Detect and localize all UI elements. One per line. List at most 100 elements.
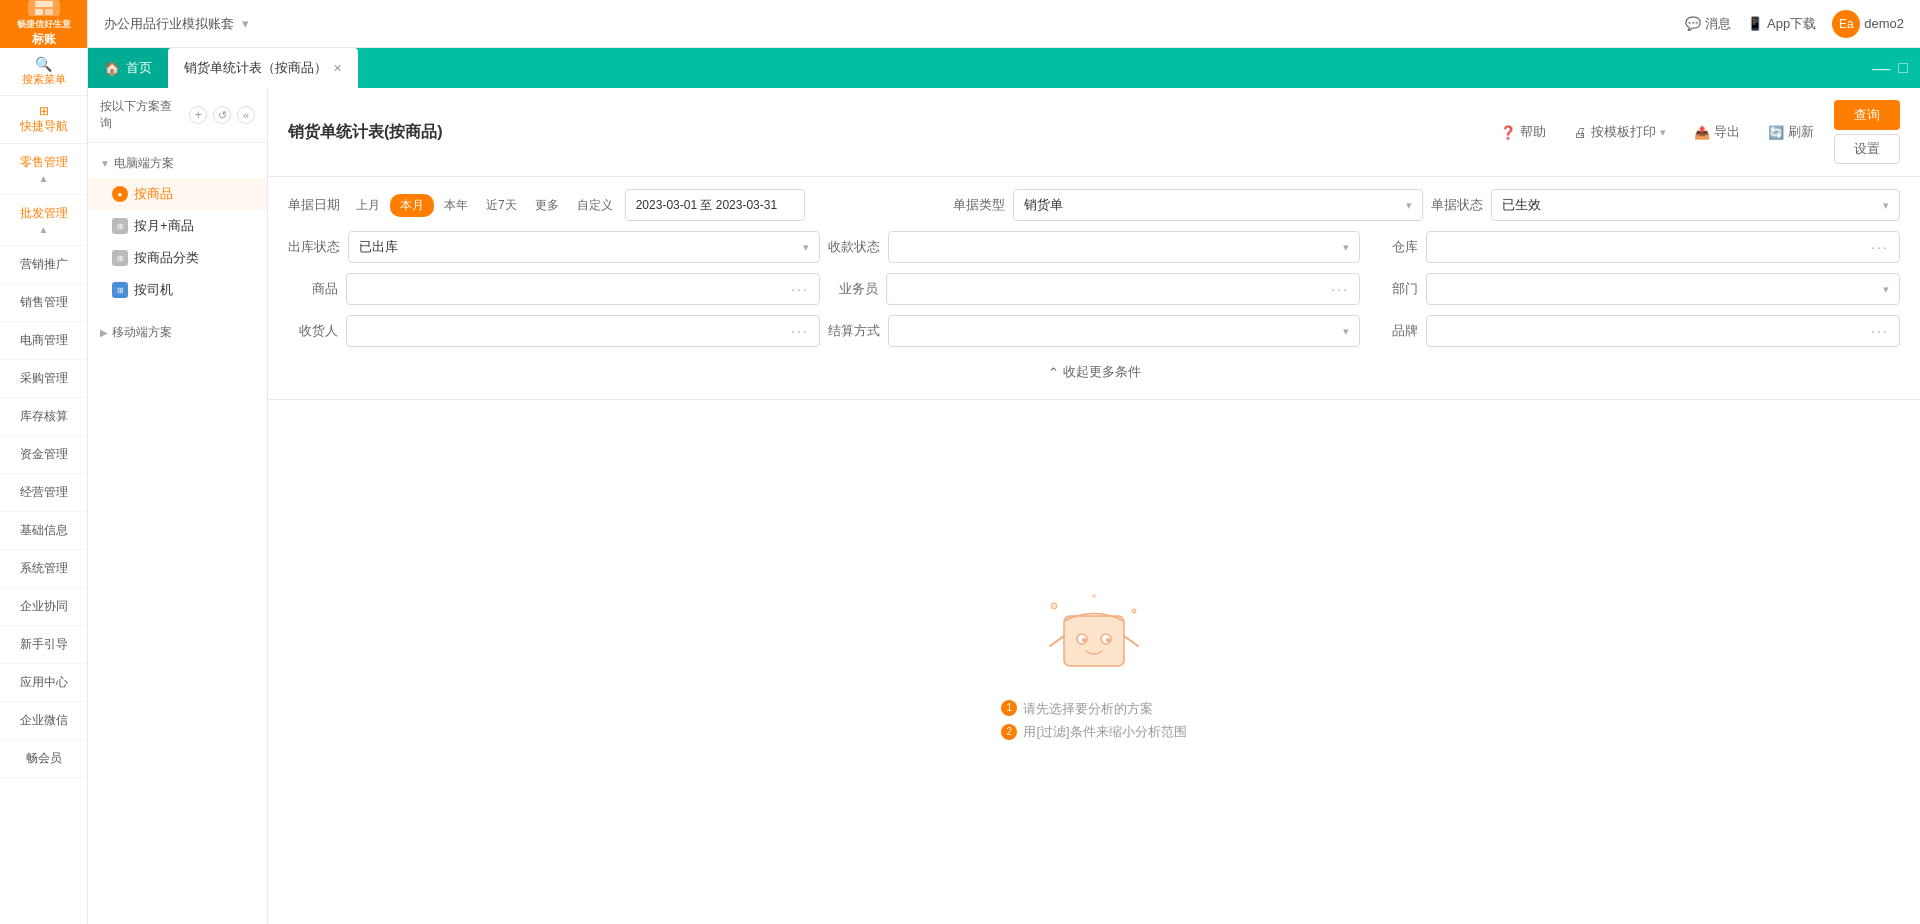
filter-item-by-month-goods[interactable]: ⊞ 按月+商品: [88, 210, 267, 242]
tab-home-label: 首页: [126, 59, 152, 77]
svg-line-8: [1050, 636, 1064, 646]
brand-label: 品牌: [1368, 322, 1418, 340]
date-tab-this-month[interactable]: 本月: [390, 194, 434, 217]
out-status-label: 出库状态: [288, 238, 340, 256]
sidebar-item-apps[interactable]: 应用中心: [0, 664, 87, 702]
tab-home[interactable]: 🏠 首页: [88, 48, 168, 88]
filter-item-by-goods[interactable]: ● 按商品: [88, 178, 267, 210]
filter-collapse-btn[interactable]: «: [237, 106, 255, 124]
refresh-btn[interactable]: 🔄 刷新: [1760, 119, 1822, 145]
settings-button[interactable]: 设置: [1834, 134, 1900, 164]
department-input[interactable]: ▾: [1426, 273, 1900, 305]
sidebar-item-system[interactable]: 系统管理: [0, 550, 87, 588]
app-download-label: App下载: [1767, 15, 1816, 33]
sidebar-search[interactable]: 🔍 搜索菜单: [0, 48, 87, 96]
app-download-btn[interactable]: 📱 App下载: [1747, 15, 1816, 33]
filter-row-4: 收货人 ··· 结算方式 ▾ 品牌: [288, 315, 1900, 347]
sidebar-item-ecommerce[interactable]: 电商管理: [0, 322, 87, 360]
date-tab-last-month[interactable]: 上月: [348, 194, 388, 217]
salesperson-input[interactable]: ···: [886, 273, 1360, 305]
payment-status-field: 收款状态 ▾: [828, 231, 1360, 263]
warehouse-input[interactable]: ···: [1426, 231, 1900, 263]
filter-add-btn[interactable]: +: [189, 106, 207, 124]
home-icon: 🏠: [104, 61, 120, 76]
date-input[interactable]: 2023-03-01 至 2023-03-31: [625, 189, 805, 221]
filter-group-desktop-title[interactable]: ▼ 电脑端方案: [88, 149, 267, 178]
doc-status-field: 单据状态 已生效 ▾: [1431, 189, 1900, 221]
sidebar-item-operations[interactable]: 经营管理: [0, 474, 87, 512]
sidebar: 畅捷信好生意 标账 🔍 搜索菜单 ⊞ 快捷导航 零售管理 ▲ 批发管理 ▲ 营销…: [0, 0, 88, 924]
user-label: demo2: [1864, 16, 1904, 31]
filter-row-1: 单据日期 上月 本月 本年 近7天 更多 自定义 2023-: [288, 189, 1900, 221]
help-btn[interactable]: ❓ 帮助: [1492, 119, 1554, 145]
minimize-btn[interactable]: —: [1872, 58, 1890, 79]
sidebar-item-sales[interactable]: 销售管理: [0, 284, 87, 322]
retail-arrow: ▲: [39, 173, 49, 184]
user-profile-btn[interactable]: Ea demo2: [1832, 10, 1904, 38]
receiver-input[interactable]: ···: [346, 315, 820, 347]
retail-label: 零售管理: [20, 154, 68, 171]
date-tab-7days[interactable]: 近7天: [478, 194, 525, 217]
sidebar-item-finance[interactable]: 资金管理: [0, 436, 87, 474]
salesperson-dots: ···: [1331, 281, 1349, 297]
filter-item-by-driver[interactable]: ⊞ 按司机: [88, 274, 267, 306]
brand-input[interactable]: ···: [1426, 315, 1900, 347]
sidebar-item-marketing[interactable]: 营销推广: [0, 246, 87, 284]
sidebar-item-basics[interactable]: 基础信息: [0, 512, 87, 550]
collapse-arrow-icon: ⌃: [1048, 365, 1059, 380]
quick-nav[interactable]: ⊞ 快捷导航: [0, 96, 87, 144]
date-tab-this-year[interactable]: 本年: [436, 194, 476, 217]
svg-rect-3: [1064, 616, 1124, 666]
sidebar-item-guide[interactable]: 新手引导: [0, 626, 87, 664]
message-btn[interactable]: 💬 消息: [1685, 15, 1731, 33]
doc-status-input[interactable]: 已生效 ▾: [1491, 189, 1900, 221]
query-button[interactable]: 查询: [1834, 100, 1900, 130]
goods-dots: ···: [791, 281, 809, 297]
sidebar-item-enterprise[interactable]: 企业协同: [0, 588, 87, 626]
doc-type-field: 单据类型 销货单 ▾: [953, 189, 1422, 221]
filter-item-by-category[interactable]: ⊞ 按商品分类: [88, 242, 267, 274]
finance-label: 资金管理: [20, 446, 68, 463]
brand-dots: ···: [1871, 323, 1889, 339]
filter-group-mobile-title[interactable]: ▶ 移动端方案: [88, 318, 267, 347]
breadcrumb-dropdown[interactable]: ▾: [242, 16, 249, 31]
print-dropdown-icon: ▾: [1660, 126, 1666, 139]
sidebar-item-purchase[interactable]: 采购管理: [0, 360, 87, 398]
export-btn[interactable]: 📤 导出: [1686, 119, 1748, 145]
by-category-icon: ⊞: [112, 250, 128, 266]
filter-refresh-btn[interactable]: ↺: [213, 106, 231, 124]
filter-row-2: 出库状态 已出库 ▾ 收款状态 ▾ 仓库: [288, 231, 1900, 263]
settlement-input[interactable]: ▾: [888, 315, 1360, 347]
out-status-input[interactable]: 已出库 ▾: [348, 231, 820, 263]
svg-rect-2: [45, 9, 53, 15]
by-month-goods-label: 按月+商品: [134, 217, 194, 235]
collapse-conditions-btn[interactable]: ⌃ 收起更多条件: [288, 357, 1900, 387]
filter-group-mobile: ▶ 移动端方案: [88, 312, 267, 353]
enterprise-label: 企业协同: [20, 598, 68, 615]
date-tab-custom[interactable]: 自定义: [569, 194, 621, 217]
date-tab-more[interactable]: 更多: [527, 194, 567, 217]
print-btn[interactable]: 🖨 按模板打印 ▾: [1566, 119, 1674, 145]
warehouse-dots: ···: [1871, 239, 1889, 255]
by-driver-icon: ⊞: [112, 282, 128, 298]
tab-close-btn[interactable]: ✕: [333, 62, 342, 75]
date-field: 单据日期 上月 本月 本年 近7天 更多 自定义 2023-: [288, 189, 945, 221]
sidebar-item-wholesale[interactable]: 批发管理 ▲: [0, 195, 87, 246]
basics-label: 基础信息: [20, 522, 68, 539]
search-label: 搜索菜单: [22, 73, 66, 85]
sidebar-item-retail[interactable]: 零售管理 ▲: [0, 144, 87, 195]
goods-field: 商品 ···: [288, 273, 820, 305]
app-logo[interactable]: 畅捷信好生意 标账: [0, 0, 87, 48]
desktop-group-label: 电脑端方案: [114, 155, 174, 172]
sidebar-item-members[interactable]: 畅会员: [0, 740, 87, 778]
maximize-btn[interactable]: □: [1898, 59, 1908, 77]
goods-input[interactable]: ···: [346, 273, 820, 305]
doc-type-input[interactable]: 销货单 ▾: [1013, 189, 1422, 221]
payment-status-input[interactable]: ▾: [888, 231, 1360, 263]
by-month-goods-icon: ⊞: [112, 218, 128, 234]
sidebar-item-wechat[interactable]: 企业微信: [0, 702, 87, 740]
empty-tips: 1 请先选择要分析的方案 2 用[过滤]条件来缩小分析范围: [1001, 697, 1186, 744]
svg-point-11: [1132, 609, 1136, 613]
tab-sales-stats[interactable]: 销货单统计表（按商品） ✕: [168, 48, 358, 88]
sidebar-item-inventory[interactable]: 库存核算: [0, 398, 87, 436]
